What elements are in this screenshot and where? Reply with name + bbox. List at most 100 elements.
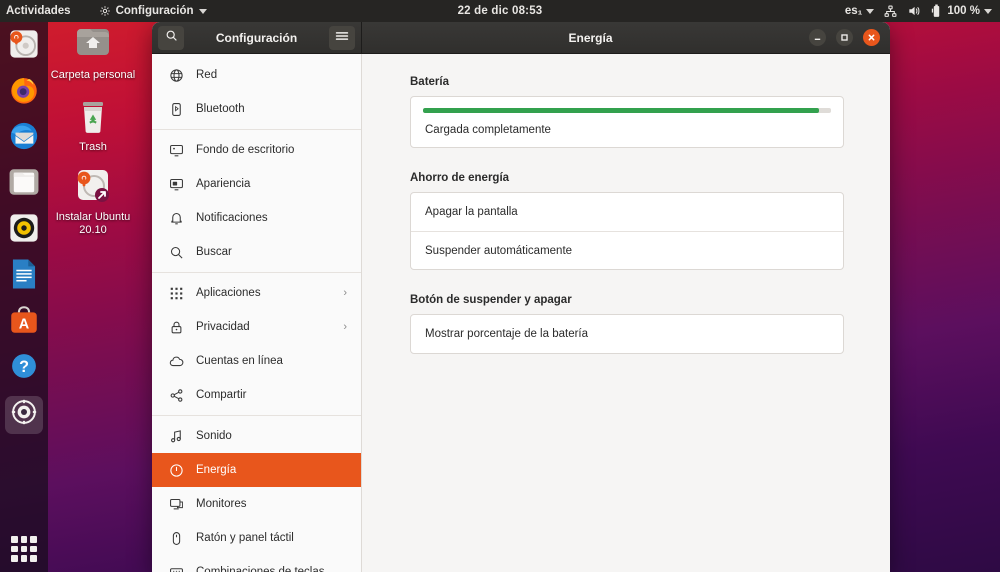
search-icon [168, 244, 184, 260]
sidebar-item-apariencia[interactable]: Apariencia [152, 167, 361, 201]
sidebar-item-fondo-de-escritorio[interactable]: Fondo de escritorio [152, 133, 361, 167]
dock-item-ubuntu-software[interactable]: A [5, 304, 43, 342]
chevron-right-icon: › [343, 287, 347, 299]
dock-item-help[interactable]: ? [5, 350, 43, 388]
dock-item-thunderbird[interactable] [5, 120, 43, 158]
row-label: Apagar la pantalla [425, 206, 518, 218]
battery-percent-label: 100 % [947, 5, 980, 17]
show-applications-button[interactable] [11, 536, 37, 562]
sidebar-item-label: Buscar [196, 246, 232, 258]
sidebar-item-raton-y-panel-tactil[interactable]: Ratón y panel táctil [152, 521, 361, 555]
chevron-down-icon [984, 8, 992, 14]
lock-icon [168, 319, 184, 335]
apps-grid-dot [11, 536, 18, 543]
sidebar-item-label: Monitores [196, 498, 247, 510]
apps-grid-dot [20, 536, 28, 543]
apps-grid-dot [30, 555, 37, 562]
top-bar: Actividades Configuración 22 de dic 08:5… [0, 0, 1000, 22]
window-body: Red Bluetooth Fondo de escritorio Aparie… [152, 54, 890, 572]
row-apagar-la-pantalla[interactable]: Apagar la pantalla [411, 193, 843, 231]
minimize-button[interactable] [809, 29, 826, 46]
sidebar-item-compartir[interactable]: Compartir [152, 378, 361, 412]
close-button[interactable] [863, 29, 880, 46]
battery-icon [927, 4, 944, 18]
desktop-icon-label: Carpeta personal [50, 69, 136, 81]
activities-label: Actividades [6, 5, 71, 17]
sidebar-item-label: Combinaciones de teclas [196, 566, 325, 572]
ubuntu-installer-icon [71, 168, 115, 208]
keyboard-layout-label: es₁ [844, 5, 863, 17]
settings-content: Batería Cargada completamente Ahorro de … [362, 54, 890, 572]
battery-level-container [411, 97, 843, 113]
maximize-button[interactable] [836, 29, 853, 46]
sidebar-item-energia[interactable]: Energía [152, 453, 361, 487]
desktop-icon-label: Instalar Ubuntu 20.10 [55, 211, 131, 236]
dock-item-files[interactable] [5, 166, 43, 204]
system-status-area[interactable]: es₁ 100 % [841, 0, 996, 22]
question-mark-icon: ? [7, 350, 41, 388]
wallpaper-icon [168, 142, 184, 158]
activities-button[interactable]: Actividades [0, 0, 79, 22]
sidebar-item-buscar[interactable]: Buscar [152, 235, 361, 269]
sidebar-item-red[interactable]: Red [152, 58, 361, 92]
firefox-icon [7, 74, 41, 112]
power-saving-card: Apagar la pantalla Suspender automáticam… [410, 192, 844, 270]
appearance-icon [168, 176, 184, 192]
sidebar-item-aplicaciones[interactable]: Aplicaciones › [152, 276, 361, 310]
sidebar-item-label: Notificaciones [196, 212, 268, 224]
page-title: Energía [568, 30, 613, 45]
power-icon [168, 462, 184, 478]
suspend-button-card: Mostrar porcentaje de la batería [410, 314, 844, 354]
sidebar-headerbar: Configuración [152, 22, 362, 54]
settings-sidebar: Red Bluetooth Fondo de escritorio Aparie… [152, 54, 362, 572]
dock-item-rhythmbox[interactable] [5, 212, 43, 250]
sidebar-separator [152, 129, 361, 130]
hamburger-menu-icon [335, 29, 349, 47]
sidebar-item-sonido[interactable]: Sonido [152, 419, 361, 453]
chevron-right-icon: › [343, 321, 347, 333]
apps-grid-dot [11, 545, 18, 553]
dock-item-firefox[interactable] [5, 74, 43, 112]
sidebar-title: Configuración [215, 30, 298, 45]
dock-item-libreoffice-writer[interactable] [5, 258, 43, 296]
dock-item-settings[interactable] [5, 396, 43, 434]
dock-item-ubuntu-disks[interactable] [5, 28, 43, 66]
app-menu-button[interactable]: Configuración [91, 0, 215, 22]
bell-icon [168, 210, 184, 226]
sidebar-item-monitores[interactable]: Monitores [152, 487, 361, 521]
search-button[interactable] [158, 25, 184, 50]
sidebar-separator [152, 415, 361, 416]
apps-grid-dot [30, 545, 37, 553]
shopping-bag-icon: A [7, 304, 41, 342]
window-controls [809, 29, 884, 46]
keyboard-layout-indicator[interactable]: es₁ [841, 0, 879, 22]
sidebar-item-bluetooth[interactable]: Bluetooth [152, 92, 361, 126]
battery-section-title: Batería [410, 76, 449, 88]
document-icon [7, 258, 41, 296]
home-folder-icon [71, 26, 115, 66]
sidebar-separator [152, 272, 361, 273]
battery-percent-indicator[interactable]: 100 % [946, 0, 996, 22]
desktop-icon-home-folder[interactable]: Carpeta personal [50, 26, 136, 82]
network-icon [168, 67, 184, 83]
sidebar-item-cuentas-en-linea[interactable]: Cuentas en línea [152, 344, 361, 378]
desktop-icon-install-ubuntu[interactable]: Instalar Ubuntu 20.10 [50, 168, 136, 237]
sidebar-item-label: Apariencia [196, 178, 251, 190]
row-mostrar-porcentaje-bateria[interactable]: Mostrar porcentaje de la batería [411, 315, 843, 353]
desktop-icon-label: Trash [79, 141, 107, 153]
share-icon [168, 387, 184, 403]
battery-status-label: Cargada completamente [425, 124, 551, 136]
row-label: Mostrar porcentaje de la batería [425, 328, 589, 340]
search-icon [165, 29, 178, 47]
apps-grid-dot [20, 545, 28, 553]
sidebar-item-privacidad[interactable]: Privacidad › [152, 310, 361, 344]
sidebar-item-combinaciones-de-teclas[interactable]: Combinaciones de teclas [152, 555, 361, 572]
desktop-icon-trash[interactable]: Trash [50, 98, 136, 154]
sidebar-item-label: Fondo de escritorio [196, 144, 295, 156]
row-suspender-automaticamente[interactable]: Suspender automáticamente [411, 231, 843, 269]
main-menu-button[interactable] [329, 25, 355, 50]
sidebar-item-notificaciones[interactable]: Notificaciones [152, 201, 361, 235]
bluetooth-icon [168, 101, 184, 117]
sidebar-item-label: Ratón y panel táctil [196, 532, 294, 544]
keyboard-icon [168, 564, 184, 572]
